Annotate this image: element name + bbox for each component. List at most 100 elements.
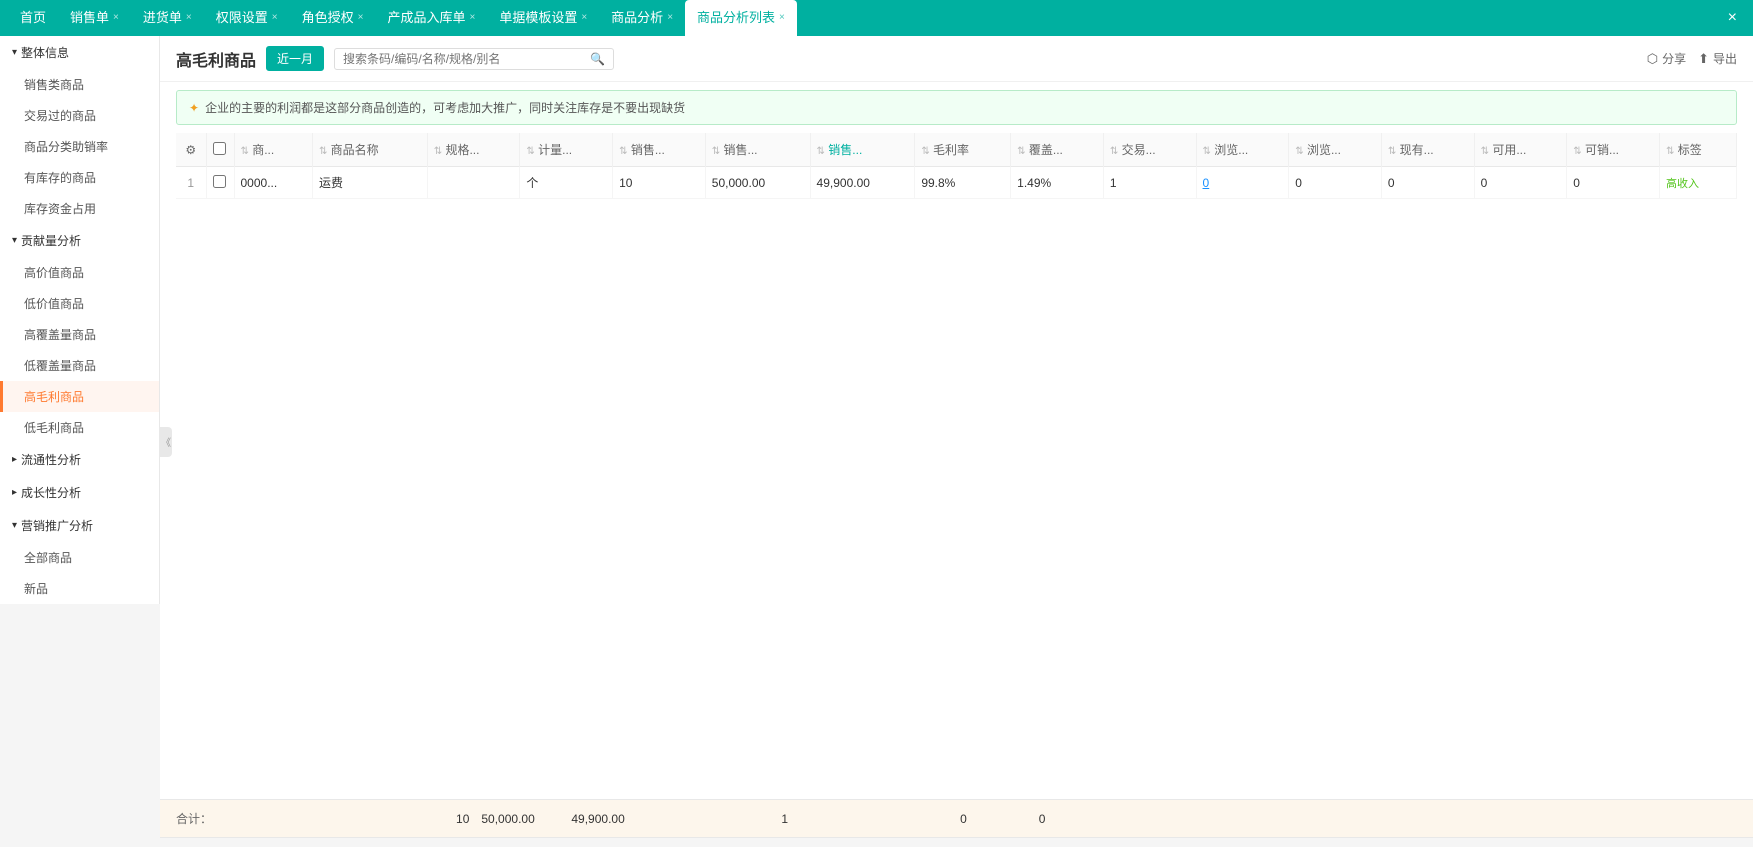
sidebar-item-high-value[interactable]: 高价值商品: [0, 257, 159, 288]
row-spec: [427, 167, 520, 199]
th-code[interactable]: ⇅ 商...: [234, 133, 312, 167]
row-available: 0: [1474, 167, 1567, 199]
row-checkbox[interactable]: [206, 167, 234, 199]
table-row: 1 0000... 运费 个 10 50,000.00 49,900.00 99…: [176, 167, 1737, 199]
th-name[interactable]: ⇅ 商品名称: [312, 133, 427, 167]
main-layout: ▾ 整体信息 销售类商品 交易过的商品 商品分类助销率 有库存的商品 库存资金占…: [0, 36, 1753, 847]
footer-bar: 合计： 10 50,000.00 49,900.00 1 0 0: [160, 799, 1753, 837]
row-num: 1: [176, 167, 206, 199]
arrow-growth: ▸: [12, 487, 17, 498]
nav-template[interactable]: 单据模板设置 ×: [487, 0, 599, 36]
table-body: 1 0000... 运费 个 10 50,000.00 49,900.00 99…: [176, 167, 1737, 199]
horizontal-scrollbar[interactable]: [160, 837, 1753, 847]
sidebar-group-growth[interactable]: ▸ 成长性分析: [0, 476, 159, 509]
footer-spacer4: [874, 812, 954, 826]
table-wrapper[interactable]: ⚙ ⇅ 商... ⇅ 商品名称 ⇅ 规格... ⇅ 计量... ⇅ 销售... …: [160, 133, 1753, 799]
close-template-tab[interactable]: ×: [581, 0, 587, 36]
row-coverage: 1.49%: [1011, 167, 1104, 199]
arrow-liquidity: ▸: [12, 454, 17, 465]
sidebar-group-marketing[interactable]: ▾ 营销推广分析: [0, 509, 159, 542]
search-input[interactable]: [343, 52, 586, 66]
sidebar-item-high-margin[interactable]: 高毛利商品: [0, 381, 159, 412]
footer-spacer2: [655, 812, 775, 826]
sidebar-item-sales-goods[interactable]: 销售类商品: [0, 69, 159, 100]
nav-role[interactable]: 角色授权 ×: [290, 0, 376, 36]
sidebar-item-category-rate[interactable]: 商品分类助销率: [0, 131, 159, 162]
arrow-marketing: ▾: [12, 520, 17, 531]
th-gross-margin[interactable]: ⇅ 毛利率: [915, 133, 1011, 167]
footer-spacer3: [794, 812, 874, 826]
content-header: 高毛利商品 近一月 🔍 ⬡ 分享 ⬆ 导出: [160, 36, 1753, 82]
th-available[interactable]: ⇅ 可用...: [1474, 133, 1567, 167]
sidebar-item-in-stock[interactable]: 有库存的商品: [0, 162, 159, 193]
header-actions: ⬡ 分享 ⬆ 导出: [1647, 50, 1737, 67]
close-role-tab[interactable]: ×: [358, 0, 364, 36]
search-icon[interactable]: 🔍: [590, 52, 605, 66]
close-sales-tab[interactable]: ×: [113, 0, 119, 36]
content-area: 高毛利商品 近一月 🔍 ⬡ 分享 ⬆ 导出 ✦ 企业的主要的利润都是这部分商品创…: [160, 36, 1753, 847]
top-nav: 首页 销售单 × 进货单 × 权限设置 × 角色授权 × 产成品入库单 × 单据…: [0, 0, 1753, 36]
share-button[interactable]: ⬡ 分享: [1647, 50, 1686, 67]
th-spec[interactable]: ⇅ 规格...: [427, 133, 520, 167]
sidebar: ▾ 整体信息 销售类商品 交易过的商品 商品分类助销率 有库存的商品 库存资金占…: [0, 36, 160, 604]
filter-recent-month[interactable]: 近一月: [266, 46, 324, 71]
th-sales3[interactable]: ⇅ 销售...: [810, 133, 915, 167]
th-browse2[interactable]: ⇅ 浏览...: [1289, 133, 1382, 167]
row-name: 运费: [312, 167, 427, 199]
select-all-checkbox[interactable]: [213, 142, 226, 155]
footer-cells: 10 50,000.00 49,900.00 1 0 0: [220, 812, 1737, 826]
nav-warehouse[interactable]: 产成品入库单 ×: [375, 0, 487, 36]
nav-purchase[interactable]: 进货单 ×: [131, 0, 204, 36]
info-banner: ✦ 企业的主要的利润都是这部分商品创造的，可考虑加大推广，同时关注库存是不要出现…: [176, 90, 1737, 125]
export-icon: ⬆: [1698, 51, 1709, 67]
th-tag[interactable]: ⇅ 标签: [1659, 133, 1736, 167]
th-sales2[interactable]: ⇅ 销售...: [705, 133, 810, 167]
sidebar-item-low-value[interactable]: 低价值商品: [0, 288, 159, 319]
sidebar-group-liquidity[interactable]: ▸ 流通性分析: [0, 443, 159, 476]
arrow-overall: ▾: [12, 47, 17, 58]
row-trade: 1: [1103, 167, 1196, 199]
sidebar-item-low-margin[interactable]: 低毛利商品: [0, 412, 159, 443]
footer-spacer1: [220, 812, 450, 826]
footer-current: 0: [954, 812, 973, 826]
sidebar-group-contribution[interactable]: ▾ 贡献量分析: [0, 224, 159, 257]
sidebar-group-overall[interactable]: ▾ 整体信息: [0, 36, 159, 69]
sidebar-item-all-goods[interactable]: 全部商品: [0, 542, 159, 573]
info-icon: ✦: [189, 101, 199, 115]
share-icon: ⬡: [1647, 51, 1658, 67]
sidebar-collapse-btn[interactable]: 《: [160, 427, 172, 457]
export-button[interactable]: ⬆ 导出: [1698, 50, 1737, 67]
close-all-tabs[interactable]: ×: [1720, 9, 1745, 27]
th-unit[interactable]: ⇅ 计量...: [520, 133, 613, 167]
row-current: 0: [1381, 167, 1474, 199]
th-sales1[interactable]: ⇅ 销售...: [613, 133, 706, 167]
nav-sales[interactable]: 销售单 ×: [58, 0, 131, 36]
page-title: 高毛利商品: [176, 47, 256, 71]
th-current[interactable]: ⇅ 现有...: [1381, 133, 1474, 167]
nav-permission[interactable]: 权限设置 ×: [204, 0, 290, 36]
close-analysis-list-tab[interactable]: ×: [779, 0, 785, 36]
nav-analysis[interactable]: 商品分析 ×: [599, 0, 685, 36]
th-coverage[interactable]: ⇅ 覆盖...: [1011, 133, 1104, 167]
close-permission-tab[interactable]: ×: [272, 0, 278, 36]
table-header-row: ⚙ ⇅ 商... ⇅ 商品名称 ⇅ 规格... ⇅ 计量... ⇅ 销售... …: [176, 133, 1737, 167]
sidebar-item-stock-capital[interactable]: 库存资金占用: [0, 193, 159, 224]
row-browse1[interactable]: 0: [1196, 167, 1289, 199]
data-table: ⚙ ⇅ 商... ⇅ 商品名称 ⇅ 规格... ⇅ 计量... ⇅ 销售... …: [176, 133, 1737, 199]
row-browse2: 0: [1289, 167, 1382, 199]
sidebar-container: ▾ 整体信息 销售类商品 交易过的商品 商品分类助销率 有库存的商品 库存资金占…: [0, 36, 160, 847]
footer-trade: 1: [775, 812, 794, 826]
nav-analysis-list[interactable]: 商品分析列表 ×: [685, 0, 797, 36]
sidebar-item-new-goods[interactable]: 新品: [0, 573, 159, 604]
close-purchase-tab[interactable]: ×: [186, 0, 192, 36]
th-trade[interactable]: ⇅ 交易...: [1103, 133, 1196, 167]
sidebar-item-high-coverage[interactable]: 高覆盖量商品: [0, 319, 159, 350]
th-browse1[interactable]: ⇅ 浏览...: [1196, 133, 1289, 167]
sidebar-item-low-coverage[interactable]: 低覆盖量商品: [0, 350, 159, 381]
nav-home[interactable]: 首页: [8, 0, 58, 36]
th-settings[interactable]: ⚙: [176, 133, 206, 167]
close-analysis-tab[interactable]: ×: [667, 0, 673, 36]
th-saleable[interactable]: ⇅ 可销...: [1567, 133, 1660, 167]
sidebar-item-traded-goods[interactable]: 交易过的商品: [0, 100, 159, 131]
close-warehouse-tab[interactable]: ×: [469, 0, 475, 36]
